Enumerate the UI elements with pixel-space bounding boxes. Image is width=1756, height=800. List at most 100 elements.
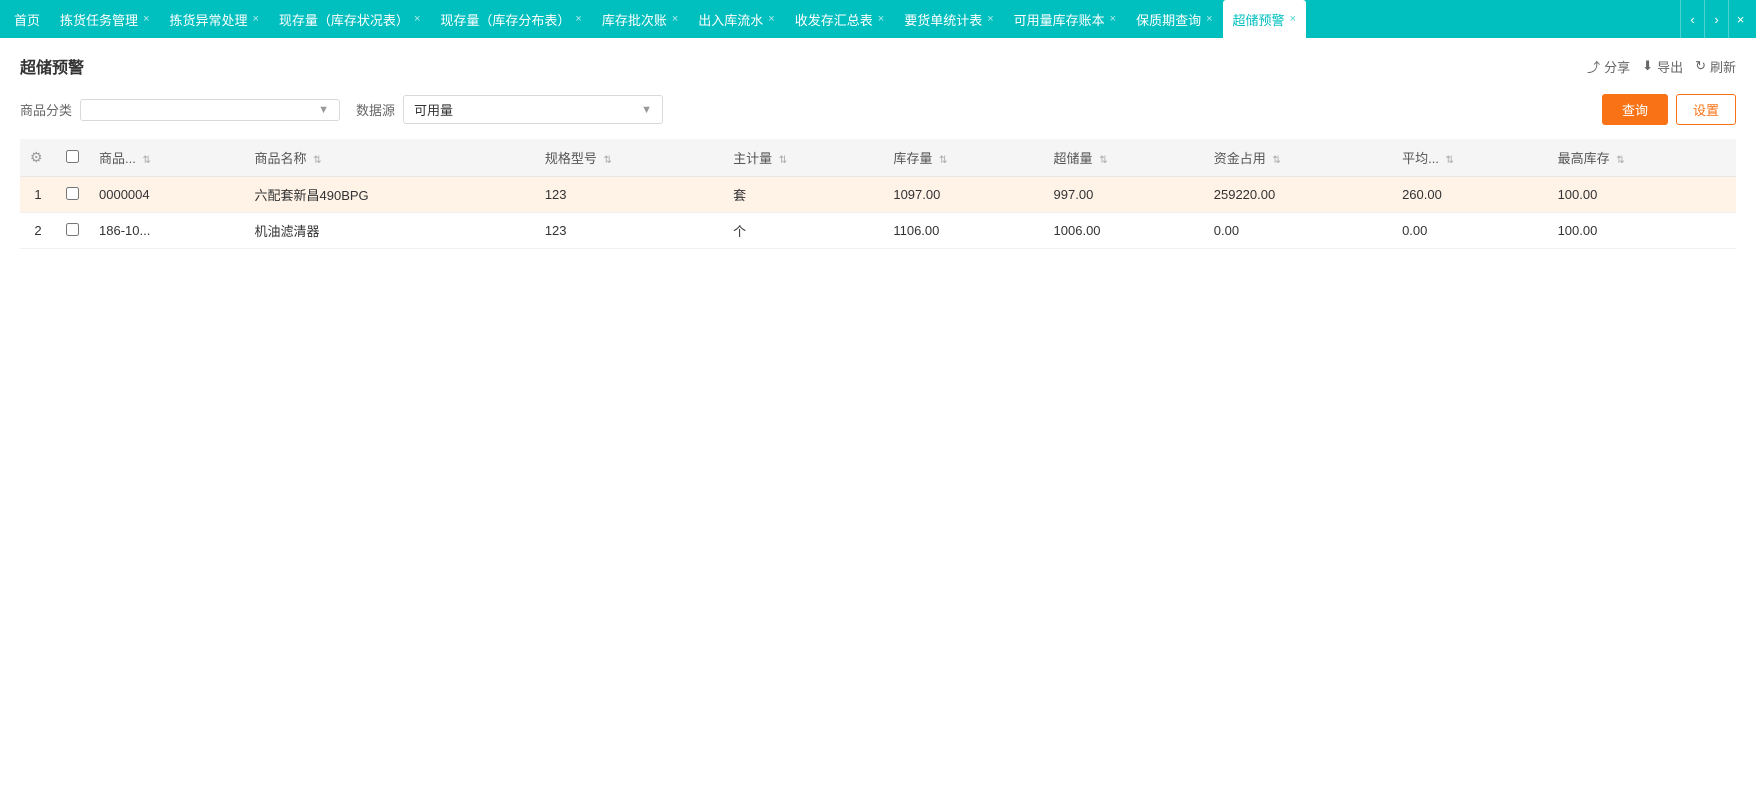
category-label: 商品分类 [20,100,72,119]
row-over-stock-0: 997.00 [1044,177,1204,213]
category-filter-group: 商品分类 ▼ [20,99,340,121]
col-product-code-label: 商品... [99,151,136,166]
row-capital-1: 0.00 [1204,213,1392,249]
row-product-name-0: 六配套新昌490BPG [245,177,535,213]
sort-product-code-icon: ⇅ [142,155,150,166]
col-settings[interactable]: ⚙ [20,139,56,177]
nav-item-2[interactable]: 拣货异常处理× [159,0,268,38]
row-check-0[interactable] [66,187,79,200]
col-max-stock[interactable]: 最高库存 ⇅ [1548,139,1736,177]
refresh-icon: ↻ [1695,58,1706,74]
col-stock[interactable]: 库存量 ⇅ [883,139,1043,177]
row-avg-0: 260.00 [1392,177,1548,213]
nav-close-6[interactable]: × [768,13,774,25]
row-avg-1: 0.00 [1392,213,1548,249]
datasource-filter-group: 数据源 可用量 ▼ [356,95,663,124]
col-spec[interactable]: 规格型号 ⇅ [535,139,723,177]
datasource-dropdown-icon: ▼ [641,104,652,116]
nav-next-arrow[interactable]: › [1704,0,1728,38]
col-max-stock-label: 最高库存 [1558,151,1610,166]
col-product-code[interactable]: 商品... ⇅ [89,139,245,177]
table-body: 1 0000004 六配套新昌490BPG 123 套 1097.00 997.… [20,177,1736,249]
export-button[interactable]: ⬇ 导出 [1642,57,1683,76]
query-button[interactable]: 查询 [1602,94,1668,125]
row-spec-0: 123 [535,177,723,213]
row-num-0: 1 [20,177,56,213]
sort-avg-icon: ⇅ [1446,155,1454,166]
row-over-stock-1: 1006.00 [1044,213,1204,249]
category-select[interactable]: ▼ [80,99,340,121]
nav-close-2[interactable]: × [252,13,258,25]
row-capital-0: 259220.00 [1204,177,1392,213]
share-button[interactable]: ⤴ 分享 [1587,57,1630,76]
table-row: 2 186-10... 机油滤清器 123 个 1106.00 1006.00 … [20,213,1736,249]
nav-item-0[interactable]: 首页 [4,0,50,38]
nav-item-8[interactable]: 要货单统计表× [894,0,1003,38]
sort-over-stock-icon: ⇅ [1099,155,1107,166]
row-num-1: 2 [20,213,56,249]
datasource-select[interactable]: 可用量 ▼ [403,95,663,124]
nav-item-6[interactable]: 出入库流水× [688,0,784,38]
table-header: ⚙ 商品... ⇅ 商品名称 ⇅ 规格型号 ⇅ 主计量 [20,139,1736,177]
row-checkbox-1[interactable] [56,213,89,249]
col-product-name[interactable]: 商品名称 ⇅ [245,139,535,177]
nav-close-3[interactable]: × [414,13,420,25]
nav-close-7[interactable]: × [878,13,884,25]
row-max-stock-0: 100.00 [1548,177,1736,213]
row-checkbox-0[interactable] [56,177,89,213]
datasource-label: 数据源 [356,100,395,119]
gear-icon[interactable]: ⚙ [30,149,43,165]
col-unit[interactable]: 主计量 ⇅ [723,139,883,177]
row-stock-0: 1097.00 [883,177,1043,213]
settings-button[interactable]: 设置 [1676,94,1736,125]
row-product-name-1: 机油滤清器 [245,213,535,249]
row-unit-1: 个 [723,213,883,249]
data-table: ⚙ 商品... ⇅ 商品名称 ⇅ 规格型号 ⇅ 主计量 [20,139,1736,249]
nav-item-4[interactable]: 现存量（库存分布表）× [430,0,591,38]
sort-spec-icon: ⇅ [603,155,611,166]
col-product-name-label: 商品名称 [255,151,307,166]
row-unit-0: 套 [723,177,883,213]
sort-unit-icon: ⇅ [779,155,787,166]
nav-close-5[interactable]: × [672,13,678,25]
row-product-code-0: 0000004 [89,177,245,213]
sort-capital-icon: ⇅ [1272,155,1280,166]
col-checkbox[interactable] [56,139,89,177]
nav-item-7[interactable]: 收发存汇总表× [785,0,894,38]
category-dropdown-icon: ▼ [318,104,329,116]
nav-close-4[interactable]: × [575,13,581,25]
nav-close-arrow[interactable]: × [1728,0,1752,38]
top-nav: 首页拣货任务管理×拣货异常处理×现存量（库存状况表）×现存量（库存分布表）×库存… [0,0,1756,38]
nav-close-10[interactable]: × [1206,13,1212,25]
table-row: 1 0000004 六配套新昌490BPG 123 套 1097.00 997.… [20,177,1736,213]
col-capital-label: 资金占用 [1214,151,1266,166]
nav-close-8[interactable]: × [987,13,993,25]
nav-item-9[interactable]: 可用量库存账本× [1004,0,1126,38]
header-actions: ⤴ 分享 ⬇ 导出 ↻ 刷新 [1587,57,1736,76]
refresh-button[interactable]: ↻ 刷新 [1695,57,1736,76]
nav-close-11[interactable]: × [1290,13,1296,25]
nav-item-11[interactable]: 超储预警× [1223,0,1306,38]
nav-prev-arrow[interactable]: ‹ [1680,0,1704,38]
nav-item-10[interactable]: 保质期查询× [1126,0,1222,38]
nav-close-9[interactable]: × [1110,13,1116,25]
row-product-code-1: 186-10... [89,213,245,249]
datasource-select-value: 可用量 [414,100,453,119]
nav-close-1[interactable]: × [143,13,149,25]
col-avg[interactable]: 平均... ⇅ [1392,139,1548,177]
col-avg-label: 平均... [1402,151,1439,166]
col-over-stock[interactable]: 超储量 ⇅ [1044,139,1204,177]
page-title: 超储预警 [20,54,84,78]
nav-item-3[interactable]: 现存量（库存状况表）× [269,0,430,38]
filter-row: 商品分类 ▼ 数据源 可用量 ▼ 查询 设置 [20,94,1736,125]
nav-item-5[interactable]: 库存批次账× [592,0,688,38]
col-capital[interactable]: 资金占用 ⇅ [1204,139,1392,177]
share-icon: ⤴ [1587,57,1600,76]
row-check-1[interactable] [66,223,79,236]
col-over-stock-label: 超储量 [1054,151,1093,166]
export-icon: ⬇ [1642,58,1653,74]
sort-stock-icon: ⇅ [939,155,947,166]
nav-item-1[interactable]: 拣货任务管理× [50,0,159,38]
select-all-checkbox[interactable] [66,150,79,163]
sort-max-stock-icon: ⇅ [1616,155,1624,166]
